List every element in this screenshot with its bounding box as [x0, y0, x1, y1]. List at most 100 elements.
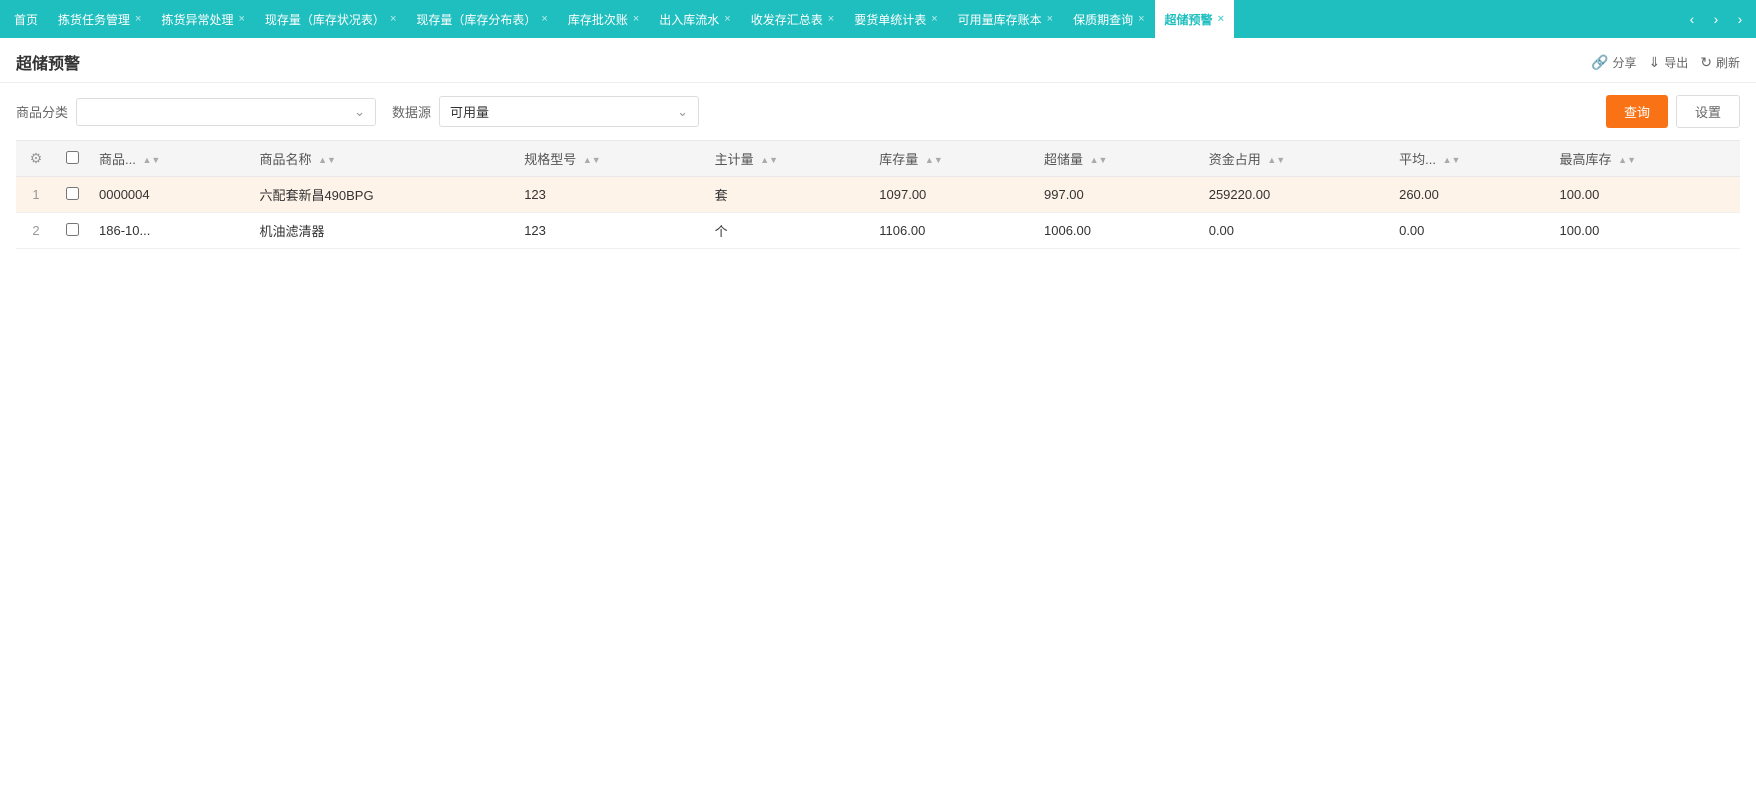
close-tab-icon[interactable]: × [135, 13, 141, 25]
row-name: 六配套新昌490BPG [249, 177, 514, 213]
page-header: 超储预警 🔗 分享 ⇓ 导出 ↻ 刷新 [0, 38, 1756, 83]
nav-tab-首页[interactable]: 首页 [4, 0, 48, 38]
col-code-label: 商品... [99, 152, 136, 167]
col-spec-label: 规格型号 [524, 152, 576, 167]
row-code: 186-10... [89, 213, 249, 249]
row-num: 1 [16, 177, 56, 213]
col-checkbox [56, 141, 89, 177]
nav-tab-收发存汇总表[interactable]: 收发存汇总表× [741, 0, 844, 38]
row-checkbox[interactable] [66, 223, 79, 236]
refresh-button[interactable]: ↻ 刷新 [1700, 54, 1740, 71]
category-label: 商品分类 [16, 102, 68, 121]
col-maxstock-label: 最高库存 [1560, 152, 1612, 167]
col-capital-label: 资金占用 [1209, 152, 1261, 167]
row-checkbox[interactable] [66, 187, 79, 200]
page-title: 超储预警 [16, 50, 80, 74]
col-overstock-sort-icon: ▲▼ [1090, 156, 1108, 165]
close-tab-icon[interactable]: × [931, 13, 937, 25]
settings-button[interactable]: 设置 [1676, 95, 1740, 128]
row-overstock: 1006.00 [1034, 213, 1199, 249]
close-tab-icon[interactable]: × [238, 13, 244, 25]
row-avg: 0.00 [1389, 213, 1549, 249]
col-settings: ⚙ [16, 141, 56, 177]
gear-icon[interactable]: ⚙ [30, 150, 43, 166]
col-spec-sort-icon: ▲▼ [583, 156, 601, 165]
col-code-sort-icon: ▲▼ [142, 156, 160, 165]
nav-tab-保质期查询[interactable]: 保质期查询× [1063, 0, 1154, 38]
col-unit[interactable]: 主计量 ▲▼ [705, 141, 870, 177]
col-stock-label: 库存量 [879, 152, 918, 167]
nav-tab-要货单统计表[interactable]: 要货单统计表× [844, 0, 947, 38]
nav-prev-button[interactable]: ‹ [1680, 0, 1704, 38]
row-maxstock: 100.00 [1550, 177, 1740, 213]
col-unit-label: 主计量 [715, 152, 754, 167]
close-tab-icon[interactable]: × [633, 13, 639, 25]
nav-tab-可用量库存账本[interactable]: 可用量库存账本× [948, 0, 1063, 38]
col-code[interactable]: 商品... ▲▼ [89, 141, 249, 177]
nav-tab-出入库流水[interactable]: 出入库流水× [649, 0, 740, 38]
row-code: 0000004 [89, 177, 249, 213]
refresh-icon: ↻ [1700, 54, 1712, 71]
row-unit: 个 [705, 213, 870, 249]
nav-tab-拣货任务管理[interactable]: 拣货任务管理× [48, 0, 151, 38]
col-spec[interactable]: 规格型号 ▲▼ [514, 141, 704, 177]
row-overstock: 997.00 [1034, 177, 1199, 213]
col-maxstock[interactable]: 最高库存 ▲▼ [1550, 141, 1740, 177]
data-table: ⚙ 商品... ▲▼ 商品名称 ▲▼ 规格型号 ▲▼ 主计 [16, 140, 1740, 249]
filter-area: 商品分类 ⌄ 数据源 可用量 ⌄ 查询 设置 [0, 83, 1756, 140]
close-tab-icon[interactable]: × [1218, 13, 1224, 25]
nav-tab-现存量库存状况表[interactable]: 现存量（库存状况表）× [255, 0, 406, 38]
col-avg-sort-icon: ▲▼ [1443, 156, 1461, 165]
share-button[interactable]: 🔗 分享 [1591, 54, 1636, 71]
row-stock: 1097.00 [869, 177, 1034, 213]
table-header-row: ⚙ 商品... ▲▼ 商品名称 ▲▼ 规格型号 ▲▼ 主计 [16, 141, 1740, 177]
close-tab-icon[interactable]: × [390, 13, 396, 25]
col-name-label: 商品名称 [259, 152, 311, 167]
col-name[interactable]: 商品名称 ▲▼ [249, 141, 514, 177]
close-tab-icon[interactable]: × [1047, 13, 1053, 25]
datasource-value: 可用量 [450, 102, 489, 121]
col-capital-sort-icon: ▲▼ [1267, 156, 1285, 165]
close-tab-icon[interactable]: × [828, 13, 834, 25]
row-spec: 123 [514, 213, 704, 249]
col-maxstock-sort-icon: ▲▼ [1618, 156, 1636, 165]
datasource-chevron-icon: ⌄ [677, 104, 688, 120]
close-tab-icon[interactable]: × [541, 13, 547, 25]
col-stock[interactable]: 库存量 ▲▼ [869, 141, 1034, 177]
nav-next-button[interactable]: › [1704, 0, 1728, 38]
datasource-label: 数据源 [392, 102, 431, 121]
top-nav: 首页拣货任务管理×拣货异常处理×现存量（库存状况表）×现存量（库存分布表）×库存… [0, 0, 1756, 38]
nav-tab-现存量库存分布表[interactable]: 现存量（库存分布表）× [406, 0, 557, 38]
category-filter: 商品分类 ⌄ [16, 98, 376, 126]
row-name: 机油滤清器 [249, 213, 514, 249]
col-capital[interactable]: 资金占用 ▲▼ [1199, 141, 1389, 177]
col-unit-sort-icon: ▲▼ [760, 156, 778, 165]
col-avg-label: 平均... [1399, 152, 1436, 167]
row-maxstock: 100.00 [1550, 213, 1740, 249]
nav-arrows: ‹ › › [1680, 0, 1752, 38]
close-tab-icon[interactable]: × [1138, 13, 1144, 25]
datasource-select[interactable]: 可用量 ⌄ [439, 96, 699, 127]
nav-tab-超储预警[interactable]: 超储预警× [1155, 0, 1234, 38]
row-capital: 259220.00 [1199, 177, 1389, 213]
export-button[interactable]: ⇓ 导出 [1649, 54, 1689, 71]
nav-tab-库存批次账[interactable]: 库存批次账× [558, 0, 649, 38]
row-avg: 260.00 [1389, 177, 1549, 213]
export-icon: ⇓ [1649, 54, 1661, 71]
query-button[interactable]: 查询 [1606, 95, 1668, 128]
nav-more-button[interactable]: › [1728, 0, 1752, 38]
col-stock-sort-icon: ▲▼ [925, 156, 943, 165]
header-actions: 🔗 分享 ⇓ 导出 ↻ 刷新 [1591, 54, 1740, 71]
close-tab-icon[interactable]: × [724, 13, 730, 25]
row-capital: 0.00 [1199, 213, 1389, 249]
col-overstock[interactable]: 超储量 ▲▼ [1034, 141, 1199, 177]
category-select[interactable]: ⌄ [76, 98, 376, 126]
select-all-checkbox[interactable] [66, 151, 79, 164]
col-avg[interactable]: 平均... ▲▼ [1389, 141, 1549, 177]
row-checkbox-cell [56, 213, 89, 249]
nav-tab-拣货异常处理[interactable]: 拣货异常处理× [151, 0, 254, 38]
table-row: 1 0000004 六配套新昌490BPG 123 套 1097.00 997.… [16, 177, 1740, 213]
col-overstock-label: 超储量 [1044, 152, 1083, 167]
row-num: 2 [16, 213, 56, 249]
table-wrapper: ⚙ 商品... ▲▼ 商品名称 ▲▼ 规格型号 ▲▼ 主计 [0, 140, 1756, 249]
